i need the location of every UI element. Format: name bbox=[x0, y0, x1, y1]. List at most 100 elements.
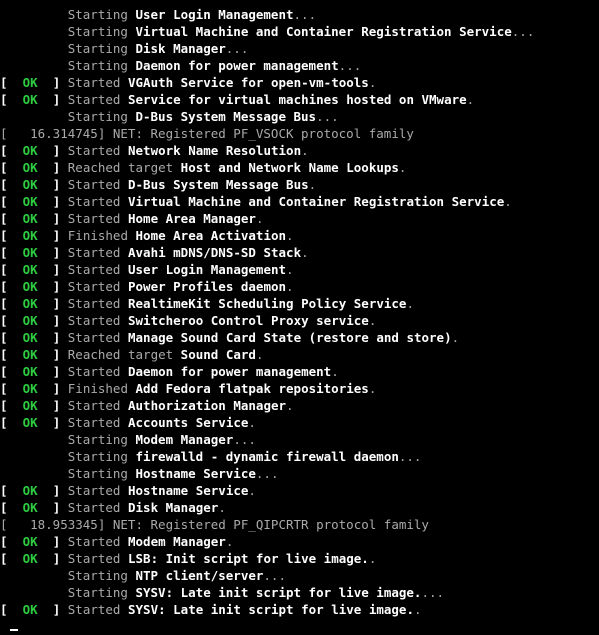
unit-name: User Login Management bbox=[128, 262, 286, 277]
boot-line: [ OK ] Started Network Name Resolution. bbox=[0, 142, 599, 159]
unit-name: Service for virtual machines hosted on V… bbox=[128, 92, 467, 107]
status-ok: OK bbox=[23, 330, 38, 345]
status-ok: OK bbox=[23, 500, 38, 515]
line-suffix: . bbox=[248, 415, 256, 430]
line-suffix: ... bbox=[294, 7, 317, 22]
unit-name: Daemon for power management bbox=[128, 364, 331, 379]
action-started: Started bbox=[68, 313, 128, 328]
status-bracket-left: [ bbox=[0, 177, 8, 192]
line-suffix: ... bbox=[399, 449, 422, 464]
boot-line: Starting Virtual Machine and Container R… bbox=[0, 23, 599, 40]
line-suffix: . bbox=[369, 313, 377, 328]
status-bracket-left: [ bbox=[0, 500, 8, 515]
unit-name: Virtual Machine and Container Registrati… bbox=[135, 24, 511, 39]
cursor-line bbox=[0, 618, 599, 635]
action-started: Started bbox=[68, 262, 128, 277]
status-ok: OK bbox=[23, 381, 38, 396]
status-bracket-left: [ bbox=[0, 262, 8, 277]
line-suffix: . bbox=[301, 245, 309, 260]
action-started: Started bbox=[68, 500, 128, 515]
unit-name: Modem Manager bbox=[135, 432, 233, 447]
status-bracket-left: [ bbox=[0, 483, 8, 498]
action-started: Started bbox=[68, 551, 128, 566]
boot-line: [ OK ] Started Avahi mDNS/DNS-SD Stack. bbox=[0, 244, 599, 261]
line-suffix: . bbox=[256, 347, 264, 362]
line-suffix: . bbox=[369, 75, 377, 90]
status-ok: OK bbox=[23, 483, 38, 498]
action-started: Started bbox=[68, 194, 128, 209]
unit-name: VGAuth Service for open-vm-tools bbox=[128, 75, 369, 90]
status-ok: OK bbox=[23, 551, 38, 566]
action-finished: Finished bbox=[68, 228, 136, 243]
action-starting: Starting bbox=[68, 466, 136, 481]
status-ok: OK bbox=[23, 177, 38, 192]
boot-line: [ OK ] Started Accounts Service. bbox=[0, 414, 599, 431]
status-ok: OK bbox=[23, 245, 38, 260]
line-suffix: . bbox=[504, 194, 512, 209]
action-finished: Finished bbox=[68, 381, 136, 396]
status-bracket-left: [ bbox=[0, 364, 8, 379]
line-suffix: . bbox=[286, 398, 294, 413]
status-ok: OK bbox=[23, 262, 38, 277]
action-reached-target: Reached target bbox=[68, 160, 181, 175]
status-bracket-left: [ bbox=[0, 534, 8, 549]
action-started: Started bbox=[68, 143, 128, 158]
status-ok: OK bbox=[23, 228, 38, 243]
unit-name: RealtimeKit Scheduling Policy Service bbox=[128, 296, 406, 311]
action-starting: Starting bbox=[68, 568, 136, 583]
boot-line: Starting Hostname Service... bbox=[0, 465, 599, 482]
action-started: Started bbox=[68, 279, 128, 294]
action-started: Started bbox=[68, 483, 128, 498]
boot-line: [ OK ] Started Home Area Manager. bbox=[0, 210, 599, 227]
action-starting: Starting bbox=[68, 432, 136, 447]
action-starting: Starting bbox=[68, 449, 136, 464]
boot-line: [ 18.953345] NET: Registered PF_QIPCRTR … bbox=[0, 516, 599, 533]
status-ok: OK bbox=[23, 92, 38, 107]
line-suffix: . bbox=[256, 211, 264, 226]
line-suffix: . bbox=[369, 551, 377, 566]
boot-line: [ OK ] Started D-Bus System Message Bus. bbox=[0, 176, 599, 193]
status-bracket-left: [ bbox=[0, 92, 8, 107]
line-suffix: . bbox=[414, 602, 422, 617]
status-bracket-left: [ bbox=[0, 551, 8, 566]
boot-line: [ OK ] Started Virtual Machine and Conta… bbox=[0, 193, 599, 210]
action-started: Started bbox=[68, 177, 128, 192]
boot-line: [ OK ] Started Service for virtual machi… bbox=[0, 91, 599, 108]
boot-line: Starting User Login Management... bbox=[0, 6, 599, 23]
line-suffix: ... bbox=[256, 466, 279, 481]
action-started: Started bbox=[68, 75, 128, 90]
action-starting: Starting bbox=[68, 24, 136, 39]
unit-name: Home Area Activation bbox=[136, 228, 287, 243]
unit-name: Disk Manager bbox=[128, 500, 218, 515]
boot-line: [ OK ] Started SYSV: Late init script fo… bbox=[0, 601, 599, 618]
line-suffix: ... bbox=[226, 41, 249, 56]
line-suffix: ... bbox=[233, 432, 256, 447]
status-bracket-left: [ bbox=[0, 381, 8, 396]
unit-name: Daemon for power management bbox=[135, 58, 338, 73]
boot-line: [ OK ] Started Power Profiles daemon. bbox=[0, 278, 599, 295]
unit-name: LSB: Init script for live image. bbox=[128, 551, 369, 566]
status-bracket-left: [ bbox=[0, 160, 8, 175]
action-started: Started bbox=[68, 398, 128, 413]
line-suffix: ... bbox=[421, 585, 444, 600]
status-bracket-left: [ bbox=[0, 245, 8, 260]
line-suffix: ... bbox=[316, 109, 339, 124]
line-suffix: . bbox=[452, 330, 460, 345]
boot-line: Starting Modem Manager... bbox=[0, 431, 599, 448]
cursor-icon bbox=[10, 629, 18, 631]
status-bracket-left: [ bbox=[0, 415, 8, 430]
unit-name: Add Fedora flatpak repositories bbox=[136, 381, 369, 396]
line-suffix: . bbox=[286, 228, 294, 243]
unit-name: NTP client/server bbox=[135, 568, 263, 583]
status-ok: OK bbox=[23, 534, 38, 549]
action-started: Started bbox=[68, 296, 128, 311]
unit-name: Hostname Service bbox=[128, 483, 248, 498]
status-bracket-left: [ bbox=[0, 228, 8, 243]
unit-name: Power Profiles daemon bbox=[128, 279, 286, 294]
line-suffix: . bbox=[218, 500, 226, 515]
action-started: Started bbox=[68, 211, 128, 226]
action-started: Started bbox=[68, 534, 128, 549]
unit-name: Accounts Service bbox=[128, 415, 248, 430]
status-ok: OK bbox=[23, 211, 38, 226]
boot-line: [ OK ] Started User Login Management. bbox=[0, 261, 599, 278]
